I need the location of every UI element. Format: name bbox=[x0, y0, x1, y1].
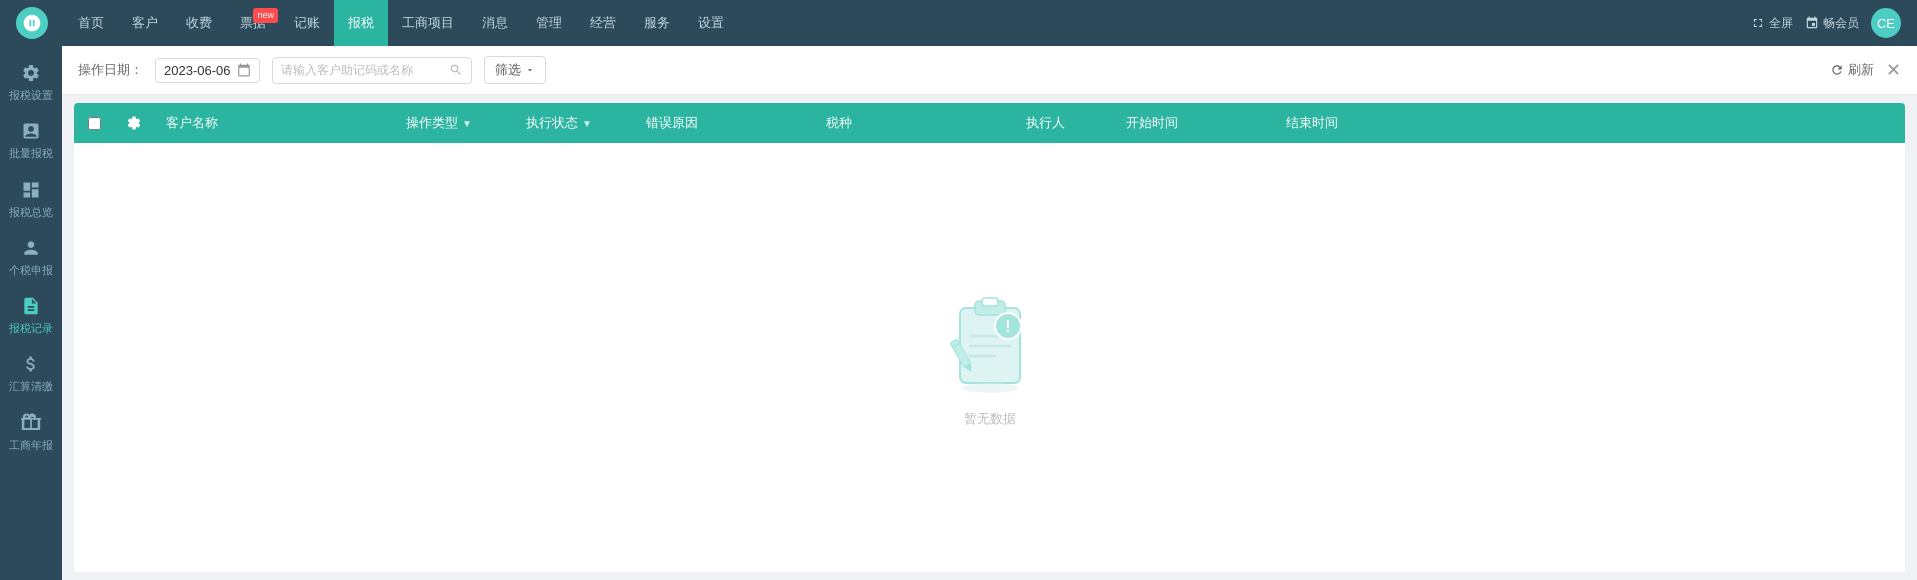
sidebar-label-tax-record: 报税记录 bbox=[9, 321, 53, 335]
svg-point-11 bbox=[962, 383, 1018, 393]
nav-invoice[interactable]: 票据 new bbox=[226, 0, 280, 46]
close-button[interactable]: ✕ bbox=[1886, 61, 1901, 79]
th-customer-name: 客户名称 bbox=[154, 106, 394, 140]
search-input[interactable]: 请输入客户助记码或名称 bbox=[272, 57, 472, 84]
sidebar-label-tax-settings: 报税设置 bbox=[9, 88, 53, 102]
sidebar-item-tax-settings[interactable]: 报税设置 bbox=[0, 54, 62, 110]
th-operation-type: 操作类型 ▼ bbox=[394, 106, 514, 140]
record-icon bbox=[20, 295, 42, 317]
main-layout: 报税设置 批量报税 报税总览 个税申报 bbox=[0, 46, 1917, 580]
main-content: 操作日期： 2023-06-06 请输入客户助记码或名称 筛选 bbox=[62, 46, 1917, 580]
annual-icon bbox=[20, 412, 42, 434]
sort-icon-status[interactable]: ▼ bbox=[582, 118, 592, 129]
refresh-label: 刷新 bbox=[1848, 61, 1874, 79]
th-executor: 执行人 bbox=[1014, 106, 1114, 140]
top-nav: 首页 客户 收费 票据 new 记账 报税 工商项目 消息 管理 经营 服务 设… bbox=[0, 0, 1917, 46]
th-execution-status: 执行状态 ▼ bbox=[514, 106, 634, 140]
person-tax-icon bbox=[20, 237, 42, 259]
overview-icon bbox=[20, 179, 42, 201]
nav-manage[interactable]: 管理 bbox=[522, 0, 576, 46]
new-badge: new bbox=[253, 8, 278, 23]
empty-text: 暂无数据 bbox=[964, 410, 1016, 428]
svg-rect-2 bbox=[982, 298, 998, 306]
sidebar: 报税设置 批量报税 报税总览 个税申报 bbox=[0, 46, 62, 580]
sidebar-item-batch-tax[interactable]: 批量报税 bbox=[0, 112, 62, 168]
sidebar-label-batch-tax: 批量报税 bbox=[9, 146, 53, 160]
table-wrapper: 客户名称 操作类型 ▼ 执行状态 ▼ 错误原因 税种 执行人 bbox=[74, 103, 1905, 572]
date-input[interactable]: 2023-06-06 bbox=[155, 58, 260, 83]
batch-icon bbox=[20, 120, 42, 142]
table-body-empty: ! 暂无数据 bbox=[74, 143, 1905, 572]
th-checkbox[interactable] bbox=[74, 109, 114, 138]
svg-text:!: ! bbox=[1005, 318, 1010, 335]
nav-settings[interactable]: 设置 bbox=[684, 0, 738, 46]
sidebar-item-tax-record[interactable]: 报税记录 bbox=[0, 287, 62, 343]
nav-tax[interactable]: 报税 bbox=[334, 0, 388, 46]
th-settings bbox=[114, 107, 154, 139]
filter-label: 筛选 bbox=[495, 61, 521, 79]
th-error-reason: 错误原因 bbox=[634, 106, 814, 140]
sidebar-item-tax-overview[interactable]: 报税总览 bbox=[0, 171, 62, 227]
refresh-button[interactable]: 刷新 bbox=[1830, 61, 1874, 79]
nav-business[interactable]: 工商项目 bbox=[388, 0, 468, 46]
settings-icon bbox=[20, 62, 42, 84]
search-placeholder: 请输入客户助记码或名称 bbox=[281, 62, 413, 79]
sidebar-label-personal-tax: 个税申报 bbox=[9, 263, 53, 277]
fullscreen-label: 全屏 bbox=[1769, 15, 1793, 32]
nav-service[interactable]: 服务 bbox=[630, 0, 684, 46]
avatar[interactable]: CE bbox=[1871, 8, 1901, 38]
sidebar-label-annual-report: 工商年报 bbox=[9, 438, 53, 452]
date-value: 2023-06-06 bbox=[164, 63, 231, 78]
right-controls: 全屏 畅会员 CE bbox=[1751, 8, 1901, 38]
nav-operation[interactable]: 经营 bbox=[576, 0, 630, 46]
nav-bookkeeping[interactable]: 记账 bbox=[280, 0, 334, 46]
th-end-time: 结束时间 bbox=[1274, 106, 1394, 140]
sidebar-item-personal-tax[interactable]: 个税申报 bbox=[0, 229, 62, 285]
filter-button[interactable]: 筛选 bbox=[484, 56, 546, 84]
select-all-checkbox[interactable] bbox=[88, 117, 101, 130]
sidebar-label-settlement: 汇算清缴 bbox=[9, 379, 53, 393]
table-header: 客户名称 操作类型 ▼ 执行状态 ▼ 错误原因 税种 执行人 bbox=[74, 103, 1905, 143]
date-label: 操作日期： bbox=[78, 61, 143, 79]
nav-fee[interactable]: 收费 bbox=[172, 0, 226, 46]
th-start-time: 开始时间 bbox=[1114, 106, 1274, 140]
toolbar: 操作日期： 2023-06-06 请输入客户助记码或名称 筛选 bbox=[62, 46, 1917, 95]
empty-illustration: ! bbox=[940, 288, 1040, 398]
nav-message[interactable]: 消息 bbox=[468, 0, 522, 46]
nav-items: 首页 客户 收费 票据 new 记账 报税 工商项目 消息 管理 经营 服务 设… bbox=[64, 0, 1751, 46]
sidebar-item-settlement[interactable]: 汇算清缴 bbox=[0, 345, 62, 401]
sort-icon-operation[interactable]: ▼ bbox=[462, 118, 472, 129]
app-logo[interactable] bbox=[16, 7, 48, 39]
member-label: 畅会员 bbox=[1823, 15, 1859, 32]
nav-home[interactable]: 首页 bbox=[64, 0, 118, 46]
member-button[interactable]: 畅会员 bbox=[1805, 15, 1859, 32]
settlement-icon bbox=[20, 353, 42, 375]
nav-customer[interactable]: 客户 bbox=[118, 0, 172, 46]
fullscreen-button[interactable]: 全屏 bbox=[1751, 15, 1793, 32]
sidebar-label-tax-overview: 报税总览 bbox=[9, 205, 53, 219]
th-tax-type: 税种 bbox=[814, 106, 1014, 140]
sidebar-item-annual-report[interactable]: 工商年报 bbox=[0, 404, 62, 460]
